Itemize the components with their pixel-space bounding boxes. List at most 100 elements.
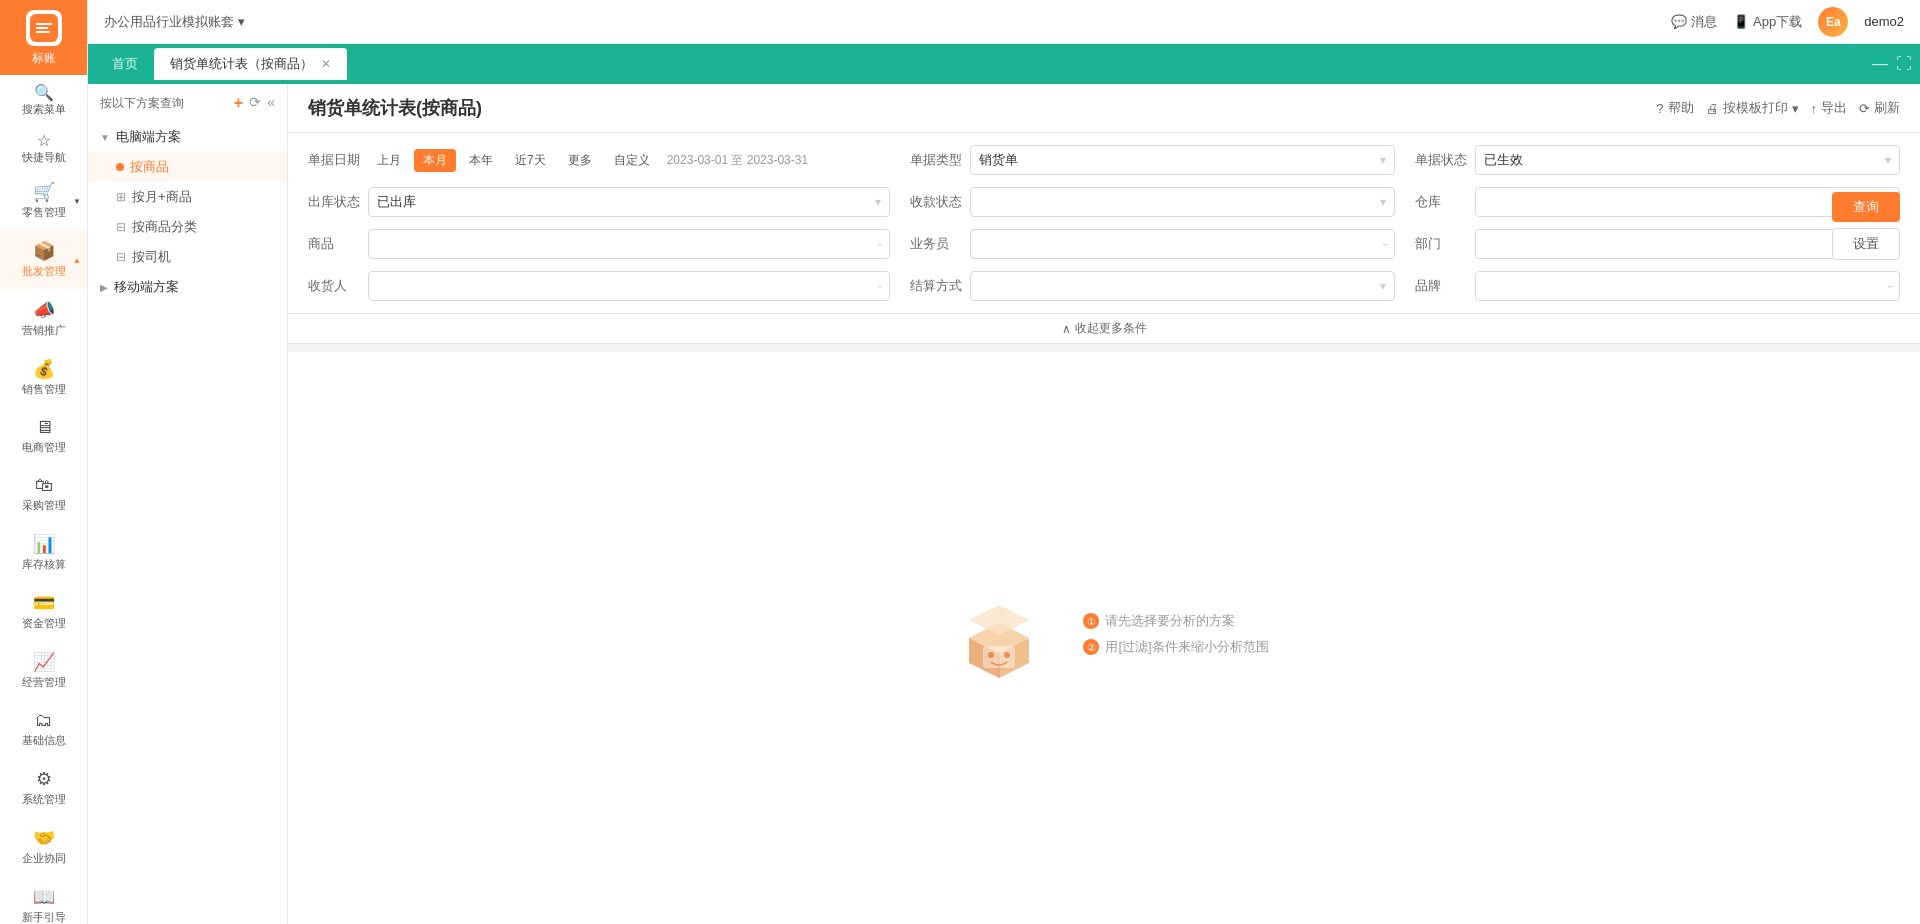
goods-control[interactable]: ··· <box>368 229 890 259</box>
department-field: 部门 ▾ <box>1415 229 1900 259</box>
payment-method-label: 结算方式 <box>910 277 970 295</box>
receipt-status-label: 收款状态 <box>910 193 970 211</box>
collapse-panel-btn[interactable]: « <box>267 94 275 112</box>
industry-selector[interactable]: 办公用品行业模拟账套 ▾ <box>104 13 245 31</box>
sidebar-item-retail[interactable]: 🛒 零售管理 <box>0 171 87 230</box>
sidebar-item-basic-label: 基础信息 <box>22 733 66 748</box>
hint1-num: ① <box>1083 613 1099 629</box>
guide-icon: 📖 <box>33 886 55 908</box>
brand-more-icon: ··· <box>1887 279 1891 293</box>
sidebar-search[interactable]: 🔍 搜索菜单 <box>0 75 87 125</box>
tab-report[interactable]: 销货单统计表（按商品） ✕ <box>154 48 347 80</box>
sidebar-nav[interactable]: ☆ 快捷导航 <box>0 125 87 171</box>
right-panel: 销货单统计表(按商品) ? 帮助 🖨 按模板打印 ▾ ↑ <box>288 84 1920 924</box>
user-avatar[interactable]: Ea <box>1818 7 1848 37</box>
filter-row-3: 商品 ··· 业务员 ··· <box>308 229 1900 259</box>
main: 办公用品行业模拟账套 ▾ 💬 消息 📱 App下载 Ea demo2 首页 销货… <box>88 0 1920 924</box>
recipient-label: 收货人 <box>308 277 368 295</box>
refresh-btn[interactable]: ⟳ 刷新 <box>1859 99 1900 117</box>
sidebar-item-purchase-label: 采购管理 <box>22 498 66 513</box>
app-download-icon: 📱 <box>1733 14 1749 29</box>
sidebar-item-purchase[interactable]: 🛍 采购管理 <box>0 465 87 523</box>
print-arrow: ▾ <box>1792 101 1799 116</box>
date-tab-custom[interactable]: 自定义 <box>605 149 659 172</box>
date-tab-last-month[interactable]: 上月 <box>368 149 410 172</box>
date-tab-7days[interactable]: 近7天 <box>506 149 555 172</box>
payment-method-field: 结算方式 ▾ <box>910 271 1395 301</box>
tree-child-by-goods[interactable]: 按商品 <box>88 152 287 182</box>
date-filter-label: 单据日期 <box>308 151 368 169</box>
sidebar-item-finance[interactable]: 💳 资金管理 <box>0 582 87 641</box>
sidebar-item-system-label: 系统管理 <box>22 792 66 807</box>
tree-section: ▼ 电脑端方案 按商品 ⊞ 按月+商品 ⊟ 按商品分类 ⊟ 按司机 <box>88 118 287 306</box>
message-icon: 💬 <box>1671 14 1687 29</box>
industry-label: 办公用品行业模拟账套 <box>104 13 234 31</box>
sidebar-item-guide[interactable]: 📖 新手引导 <box>0 876 87 924</box>
query-button[interactable]: 查询 <box>1832 192 1900 222</box>
payment-method-control[interactable]: ▾ <box>970 271 1395 301</box>
retail-icon: 🛒 <box>33 181 55 203</box>
tree-child-by-month-goods[interactable]: ⊞ 按月+商品 <box>88 182 287 212</box>
collapse-conditions-btn[interactable]: ∧ 收起更多条件 <box>1062 320 1147 337</box>
tree-mobile-parent[interactable]: ▶ 移动端方案 <box>88 272 287 302</box>
message-btn[interactable]: 💬 消息 <box>1671 13 1717 31</box>
date-tab-this-month[interactable]: 本月 <box>414 149 456 172</box>
sidebar-item-operation[interactable]: 📈 经营管理 <box>0 641 87 700</box>
tree-pc-parent[interactable]: ▼ 电脑端方案 <box>88 122 287 152</box>
hint2-num: ② <box>1083 639 1099 655</box>
recipient-field: 收货人 ··· <box>308 271 890 301</box>
user-name: demo2 <box>1864 14 1904 29</box>
by-category-label: 按商品分类 <box>132 218 197 236</box>
sidebar-item-inventory-label: 库存核算 <box>22 557 66 572</box>
salesperson-control[interactable]: ··· <box>970 229 1395 259</box>
tree-child-by-category[interactable]: ⊟ 按商品分类 <box>88 212 287 242</box>
empty-state-inner: ① 请先选择要分析的方案 ② 用[过滤]条件来缩小分析范围 <box>939 578 1268 698</box>
add-scheme-btn[interactable]: + <box>234 94 243 112</box>
basic-icon: 🗂 <box>35 710 53 731</box>
export-btn[interactable]: ↑ 导出 <box>1811 99 1848 117</box>
sidebar-item-basic[interactable]: 🗂 基础信息 <box>0 700 87 758</box>
sidebar-item-wholesale[interactable]: 📦 批发管理 <box>0 230 87 289</box>
message-label: 消息 <box>1691 13 1717 31</box>
tab-report-close[interactable]: ✕ <box>321 57 331 71</box>
doc-status-control[interactable]: 已生效 ▾ <box>1475 145 1900 175</box>
industry-arrow: ▾ <box>238 14 245 29</box>
doc-status-value: 已生效 <box>1484 151 1523 169</box>
sidebar-item-enterprise[interactable]: 🤝 企业协同 <box>0 817 87 876</box>
window-minimize-btn[interactable]: — <box>1872 55 1888 73</box>
topbar-right: 💬 消息 📱 App下载 Ea demo2 <box>1671 7 1904 37</box>
mobile-tree-arrow: ▶ <box>100 282 108 293</box>
out-status-control[interactable]: 已出库 ▾ <box>368 187 890 217</box>
date-tab-this-year[interactable]: 本年 <box>460 149 502 172</box>
settings-button[interactable]: 设置 <box>1832 228 1900 260</box>
sidebar-item-system[interactable]: ⚙ 系统管理 <box>0 758 87 817</box>
doc-type-control[interactable]: 销货单 ▾ <box>970 145 1395 175</box>
system-icon: ⚙ <box>36 768 52 790</box>
sidebar-item-guide-label: 新手引导 <box>22 910 66 924</box>
page-header-top: 销货单统计表(按商品) ? 帮助 🖨 按模板打印 ▾ ↑ <box>308 96 1900 120</box>
doc-type-dropdown-icon: ▾ <box>1380 153 1386 167</box>
receipt-status-control[interactable]: ▾ <box>970 187 1395 217</box>
tree-child-by-supplier[interactable]: ⊟ 按司机 <box>88 242 287 272</box>
svg-point-9 <box>1004 652 1010 658</box>
app-download-btn[interactable]: 📱 App下载 <box>1733 13 1802 31</box>
window-maximize-btn[interactable]: ⛶ <box>1896 55 1912 73</box>
action-buttons: 查询 设置 <box>1832 192 1900 260</box>
purchase-icon: 🛍 <box>35 475 53 496</box>
sidebar-item-inventory[interactable]: 📊 库存核算 <box>0 523 87 582</box>
help-btn[interactable]: ? 帮助 <box>1656 99 1693 117</box>
sidebar-item-marketing[interactable]: 📣 营销推广 <box>0 289 87 348</box>
tab-home[interactable]: 首页 <box>96 48 154 80</box>
recipient-control[interactable]: ··· <box>368 271 890 301</box>
sidebar-item-ecommerce[interactable]: 🖥 电商管理 <box>0 407 87 465</box>
date-tab-more[interactable]: 更多 <box>559 149 601 172</box>
doc-type-value: 销货单 <box>979 151 1018 169</box>
logo-icon <box>26 10 62 46</box>
empty-hint-2: ② 用[过滤]条件来缩小分析范围 <box>1083 638 1268 656</box>
refresh-scheme-btn[interactable]: ⟳ <box>249 94 261 112</box>
print-btn[interactable]: 🖨 按模板打印 ▾ <box>1706 99 1799 117</box>
sidebar-item-wholesale-label: 批发管理 <box>22 264 66 279</box>
sidebar-item-sales[interactable]: 💰 销售管理 <box>0 348 87 407</box>
doc-type-label: 单据类型 <box>910 151 970 169</box>
brand-control[interactable]: ··· <box>1475 271 1900 301</box>
